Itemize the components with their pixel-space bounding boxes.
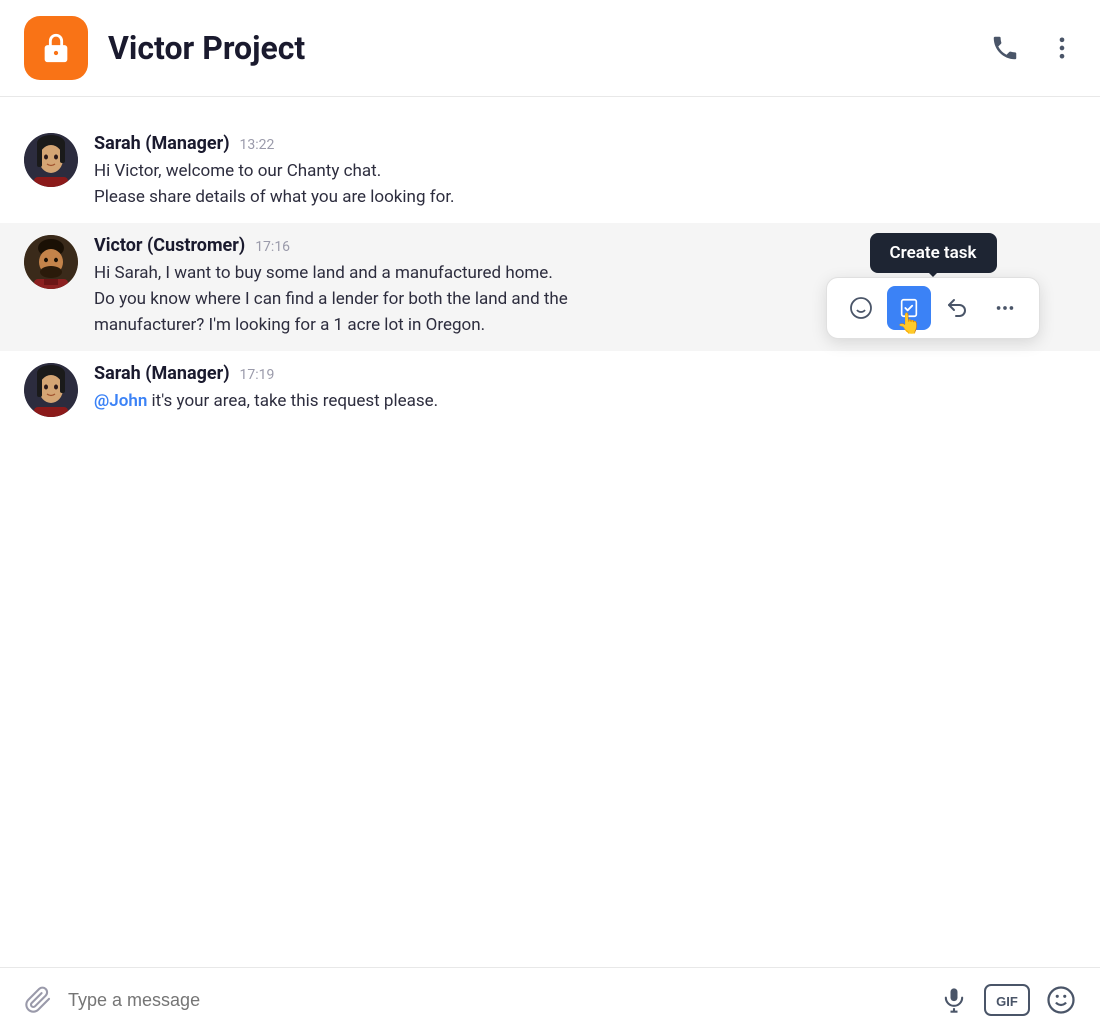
call-button[interactable] (990, 33, 1020, 63)
task-icon (898, 297, 920, 319)
victor-avatar (24, 235, 78, 289)
message-time: 17:19 (240, 367, 275, 383)
mention-tag: @John (94, 391, 147, 411)
mic-button[interactable] (940, 986, 968, 1014)
svg-text:GIF: GIF (996, 994, 1018, 1009)
message-header: Sarah (Manager) 17:19 (94, 363, 1076, 384)
sender-name: Victor (Custromer) (94, 235, 245, 256)
message-input[interactable] (68, 990, 924, 1011)
message-header: Sarah (Manager) 13:22 (94, 133, 1076, 154)
message-row: Sarah (Manager) 13:22 Hi Victor, welcome… (0, 121, 1100, 223)
reaction-toolbar: 👆 (826, 277, 1040, 339)
paperclip-icon (24, 986, 52, 1014)
gif-icon: GIF (984, 984, 1030, 1016)
input-action-group: GIF (940, 984, 1076, 1016)
avatar (24, 133, 78, 187)
message-text: Hi Victor, welcome to our Chanty chat. P… (94, 158, 1076, 211)
message-time: 13:22 (240, 137, 275, 153)
messages-area: Sarah (Manager) 13:22 Hi Victor, welcome… (0, 97, 1100, 967)
message-content: Sarah (Manager) 13:22 Hi Victor, welcome… (94, 133, 1076, 211)
header-action-group (990, 33, 1076, 63)
attach-button[interactable] (24, 986, 52, 1014)
reaction-container: Create task 👆 (826, 233, 1040, 339)
emoji-icon (849, 296, 873, 320)
reply-icon (945, 296, 969, 320)
emoji-smile-icon (1046, 985, 1076, 1015)
create-task-button[interactable]: 👆 (887, 286, 931, 330)
phone-icon (990, 33, 1020, 63)
message-text: @John it's your area, take this request … (94, 388, 1076, 414)
lock-icon (39, 31, 73, 65)
more-dots-icon (994, 297, 1016, 319)
avatar (24, 363, 78, 417)
chat-header: Victor Project (0, 0, 1100, 97)
channel-icon (24, 16, 88, 80)
create-task-tooltip: Create task (870, 233, 997, 273)
emoji-input-button[interactable] (1046, 985, 1076, 1015)
channel-title: Victor Project (108, 29, 990, 67)
message-row: Victor (Custromer) 17:16 Hi Sarah, I wan… (0, 223, 1100, 351)
sender-name: Sarah (Manager) (94, 363, 230, 384)
reply-button[interactable] (935, 286, 979, 330)
more-options-button[interactable] (1048, 34, 1076, 62)
sarah-avatar (24, 133, 78, 187)
gif-button[interactable]: GIF (984, 984, 1030, 1016)
message-input-bar: GIF (0, 967, 1100, 1032)
message-content: Sarah (Manager) 17:19 @John it's your ar… (94, 363, 1076, 414)
more-vertical-icon (1048, 34, 1076, 62)
mic-icon (940, 986, 968, 1014)
more-message-options-button[interactable] (983, 286, 1027, 330)
avatar (24, 235, 78, 289)
sender-name: Sarah (Manager) (94, 133, 230, 154)
sarah-avatar-2 (24, 363, 78, 417)
message-time: 17:16 (255, 239, 290, 255)
message-row: Sarah (Manager) 17:19 @John it's your ar… (0, 351, 1100, 429)
mention-suffix-text: it's your area, take this request please… (147, 391, 438, 411)
emoji-reaction-button[interactable] (839, 286, 883, 330)
